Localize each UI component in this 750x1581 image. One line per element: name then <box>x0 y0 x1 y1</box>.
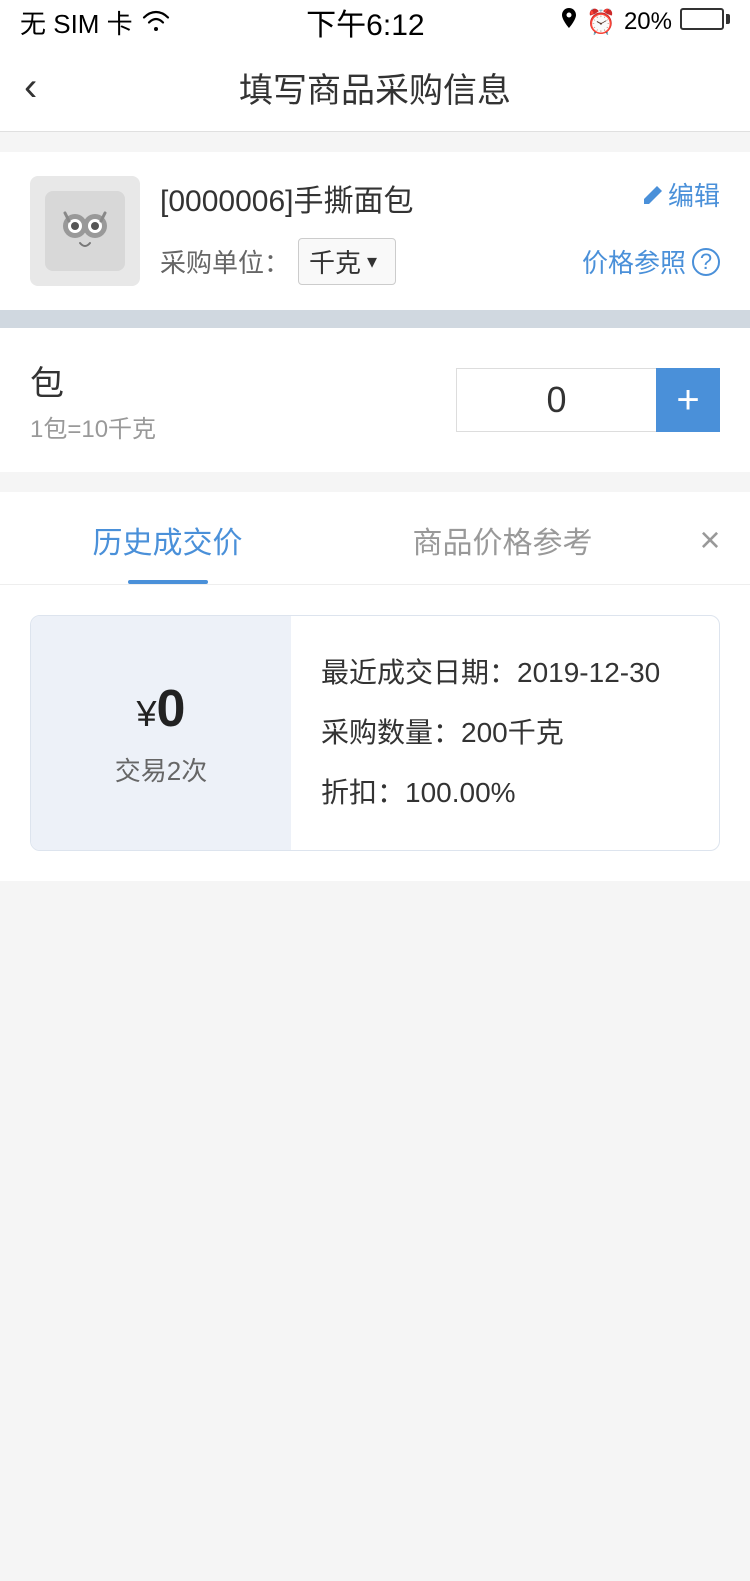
status-time: 下午6:12 <box>306 0 424 44</box>
trade-count: 交易2次 <box>115 751 207 788</box>
battery-percent: 20% <box>624 8 672 36</box>
status-left: 无 SIM 卡 <box>20 4 171 41</box>
price-card: ¥0 交易2次 最近成交日期：2019-12-30 采购数量：200千克 折扣：… <box>30 615 720 851</box>
back-button[interactable]: ‹ <box>24 65 37 110</box>
quantity-label: 包 1包=10千克 <box>30 356 156 444</box>
tab-product-price-ref[interactable]: 商品价格参考 <box>335 492 670 584</box>
wifi-icon <box>141 7 171 38</box>
nav-bar: ‹ 填写商品采购信息 <box>0 44 750 132</box>
latest-date-row: 最近成交日期：2019-12-30 <box>321 652 689 694</box>
purchase-qty-row: 采购数量：200千克 <box>321 712 689 754</box>
help-icon: ? <box>692 248 720 276</box>
quantity-equiv: 1包=10千克 <box>30 409 156 444</box>
tab-close-button[interactable]: × <box>670 493 750 583</box>
product-thumbnail <box>30 176 140 286</box>
quantity-input[interactable] <box>456 368 656 432</box>
status-bar: 无 SIM 卡 下午6:12 ⏰ 20% <box>0 0 750 44</box>
price-card-left: ¥0 交易2次 <box>31 616 291 850</box>
no-sim-text: 无 SIM 卡 <box>20 4 133 41</box>
unit-select[interactable]: 千克 ▾ <box>298 238 396 285</box>
main-background <box>0 881 750 1581</box>
tab-bar: 历史成交价 商品价格参考 × <box>0 492 750 585</box>
tab-history-price[interactable]: 历史成交价 <box>0 492 335 584</box>
battery-icon <box>680 8 730 37</box>
product-card: [0000006]手撕面包 编辑 采购单位： 千克 ▾ 价格参照 ? <box>0 152 750 310</box>
location-icon <box>560 8 578 37</box>
product-info: [0000006]手撕面包 编辑 采购单位： 千克 ▾ 价格参照 ? <box>160 176 720 285</box>
price-ref-button[interactable]: 价格参照 ? <box>582 243 720 280</box>
product-name: [0000006]手撕面包 <box>160 176 413 220</box>
quantity-row: 包 1包=10千克 + <box>0 328 750 472</box>
discount-row: 折扣：100.00% <box>321 772 689 814</box>
status-right: ⏰ 20% <box>560 8 730 37</box>
quantity-unit: 包 <box>30 356 156 405</box>
quantity-plus-button[interactable]: + <box>656 368 720 432</box>
price-amount: ¥0 <box>137 679 186 739</box>
tab-container: 历史成交价 商品价格参考 × ¥0 交易2次 最近成交日期：2019-12-30… <box>0 492 750 881</box>
unit-label: 采购单位： 千克 ▾ <box>160 238 396 285</box>
quantity-control: + <box>456 368 720 432</box>
page-title: 填写商品采购信息 <box>239 63 511 112</box>
price-content: ¥0 交易2次 最近成交日期：2019-12-30 采购数量：200千克 折扣：… <box>0 585 750 881</box>
product-unit-row: 采购单位： 千克 ▾ 价格参照 ? <box>160 238 720 285</box>
alarm-icon: ⏰ <box>586 8 616 37</box>
dropdown-icon: ▾ <box>367 249 377 274</box>
section-divider <box>0 310 750 328</box>
price-card-right: 最近成交日期：2019-12-30 采购数量：200千克 折扣：100.00% <box>291 616 719 850</box>
currency-symbol: ¥ <box>137 693 157 734</box>
product-header-row: [0000006]手撕面包 编辑 <box>160 176 720 220</box>
edit-button[interactable]: 编辑 <box>642 176 720 213</box>
